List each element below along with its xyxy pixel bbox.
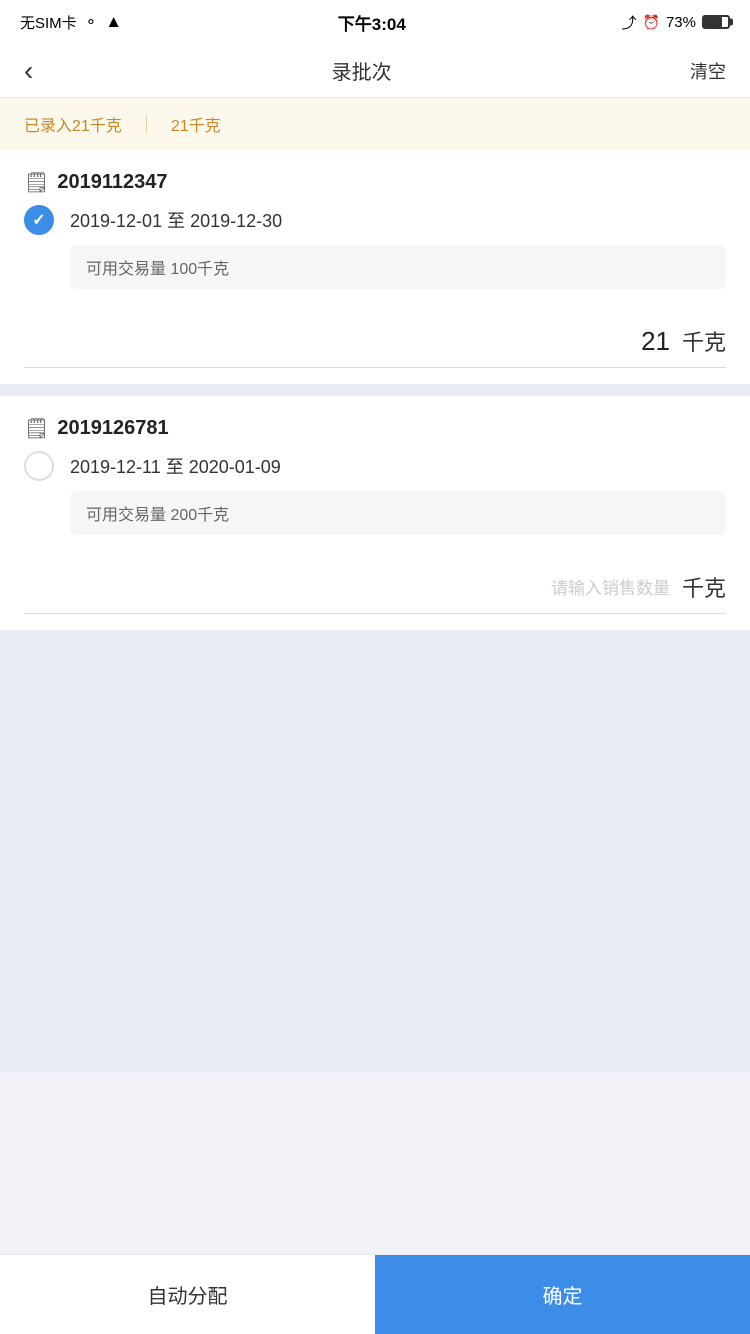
battery-icon <box>702 15 730 29</box>
location-icon: ⤴ <box>622 12 637 33</box>
recorded-label: 已录入21千克 <box>24 112 122 136</box>
batch-2-item: 🗒 2019126781 2019-12-11 至 2020-01-09 可用交… <box>0 396 750 555</box>
sim-text: 无SIM卡 <box>20 12 77 33</box>
batch-2-unit: 千克 <box>682 571 726 603</box>
wifi-icon: ⚬ <box>85 13 98 31</box>
auto-distribute-button[interactable]: 自动分配 <box>0 1255 375 1334</box>
clear-button[interactable]: 清空 <box>690 58 726 84</box>
nav-bar: ‹ 录批次 清空 <box>0 44 750 98</box>
doc-icon-1: 🗒 <box>24 170 49 195</box>
batch-2-available: 可用交易量 200千克 <box>70 491 726 535</box>
batch-1-unit: 千克 <box>682 325 726 357</box>
batch-1-number: 2019112347 <box>57 171 167 194</box>
back-button[interactable]: ‹ <box>24 57 33 85</box>
footer: 自动分配 确定 <box>0 1254 750 1334</box>
batch-1-input-row: 21 千克 <box>0 309 750 367</box>
section-divider <box>0 384 750 396</box>
batch-1-qty-value: 21 <box>641 326 670 357</box>
batch-1-available: 可用交易量 100千克 <box>70 245 726 289</box>
batch-1-date: 2019-12-01 至 2019-12-30 <box>70 207 282 233</box>
wifi-signal: ▲ <box>105 12 122 32</box>
batch-2-number: 2019126781 <box>57 417 168 440</box>
bottom-area <box>0 642 750 1072</box>
time-display: 下午3:04 <box>338 10 406 35</box>
total-label: 21千克 <box>171 112 221 136</box>
batch-1-item: 🗒 2019112347 2019-12-01 至 2019-12-30 可用交… <box>0 150 750 309</box>
status-bar: 无SIM卡 ⚬ ▲ 下午3:04 ⤴ ⏰ 73% <box>0 0 750 44</box>
batch-2-qty-input[interactable] <box>382 574 670 600</box>
batch-2-input-row: 千克 <box>0 555 750 613</box>
summary-banner: 已录入21千克 21千克 <box>0 98 750 150</box>
batch-1-card: 🗒 2019112347 2019-12-01 至 2019-12-30 可用交… <box>0 150 750 384</box>
confirm-button[interactable]: 确定 <box>375 1255 750 1334</box>
page-title: 录批次 <box>332 56 392 85</box>
battery-percent: 73% <box>666 14 696 31</box>
batch-2-radio[interactable] <box>24 451 54 481</box>
section-divider-2 <box>0 630 750 642</box>
doc-icon-2: 🗒 <box>24 416 49 441</box>
batch-2-card: 🗒 2019126781 2019-12-11 至 2020-01-09 可用交… <box>0 396 750 630</box>
batch-2-date: 2019-12-11 至 2020-01-09 <box>70 453 281 479</box>
summary-divider <box>146 115 147 133</box>
alarm-icon: ⏰ <box>643 14 660 31</box>
batch-1-radio[interactable] <box>24 205 54 235</box>
